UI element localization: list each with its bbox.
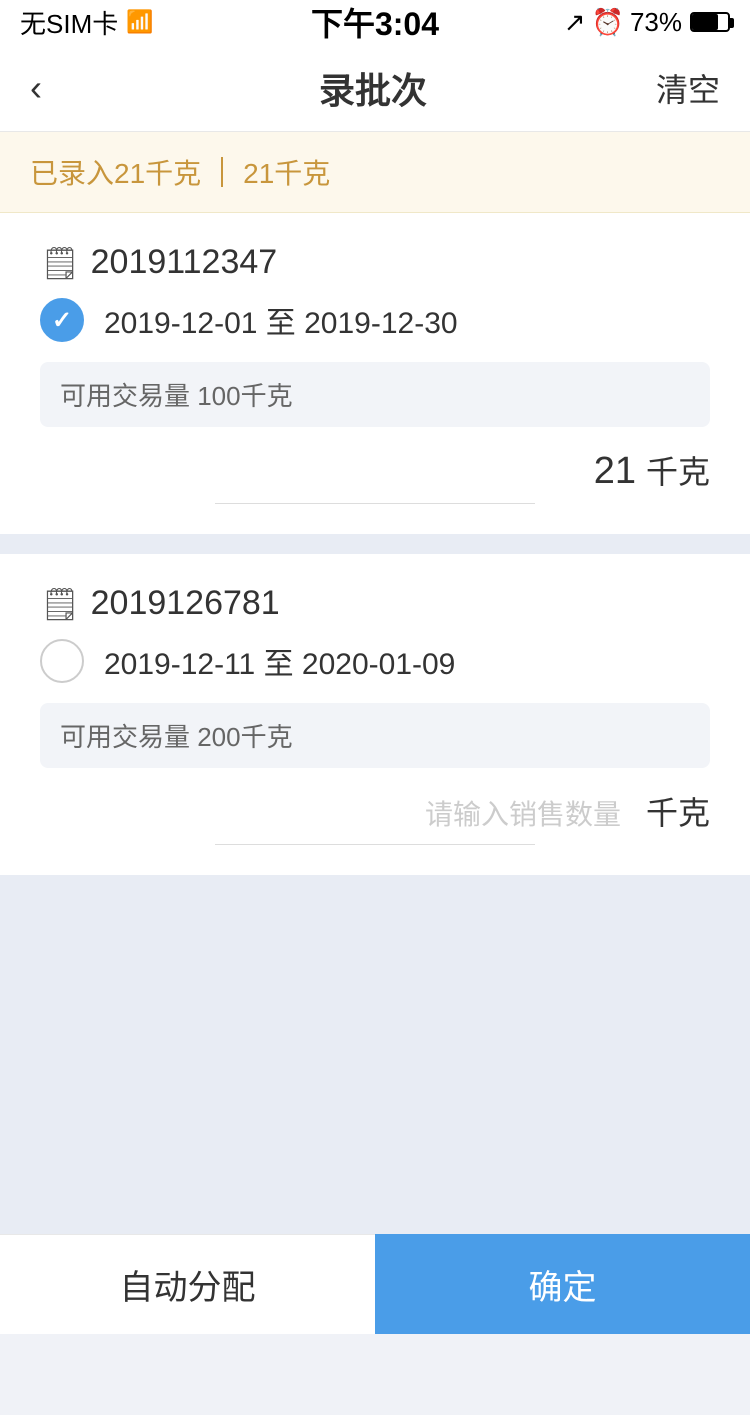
batch-1-amount-row: 21 千克 xyxy=(0,427,750,493)
wifi-icon: 📶 xyxy=(126,9,153,35)
status-bar: 无SIM卡 📶 下午3:04 ↗ ⏰ 73% xyxy=(0,0,750,44)
batch-2-date-row: 2019-12-11 至 2020-01-09 xyxy=(40,639,710,683)
sim-text: 无SIM卡 xyxy=(20,4,118,41)
batch-card-1: 🗒 2019112347 ✓ 2019-12-01 至 2019-12-30 可… xyxy=(0,213,750,534)
batch-2-header: 🗒 2019126781 xyxy=(40,584,710,623)
location-icon: ↗ xyxy=(564,7,586,38)
batch-2-date: 2019-12-11 至 2020-01-09 xyxy=(104,639,455,683)
nav-bar: ‹ 录批次 清空 xyxy=(0,44,750,132)
batch-2-radio[interactable] xyxy=(40,639,84,683)
recorded-label: 已录入21千克 xyxy=(30,152,201,192)
batch-2-id: 2019126781 xyxy=(91,584,280,623)
batch-card-2: 🗒 2019126781 2019-12-11 至 2020-01-09 可用交… xyxy=(0,554,750,875)
batch-1-avail: 可用交易量 100千克 xyxy=(40,362,710,427)
info-banner: 已录入21千克 21千克 xyxy=(0,132,750,213)
clear-button[interactable]: 清空 xyxy=(656,65,720,111)
batch-2-unit: 千克 xyxy=(646,788,710,834)
batch-1-icon: 🗒 xyxy=(40,244,81,282)
back-button[interactable]: ‹ xyxy=(30,67,90,109)
batch-2-icon: 🗒 xyxy=(40,585,81,623)
batch-1-content: 🗒 2019112347 ✓ 2019-12-01 至 2019-12-30 可… xyxy=(0,213,750,427)
batch-1-header: 🗒 2019112347 xyxy=(40,243,710,282)
alarm-icon: ⏰ xyxy=(592,7,624,38)
batch-1-date: 2019-12-01 至 2019-12-30 xyxy=(104,298,458,342)
page-title: 录批次 xyxy=(319,62,427,114)
batch-2-avail: 可用交易量 200千克 xyxy=(40,703,710,768)
bottom-bar: 自动分配 确定 xyxy=(0,1234,750,1334)
battery-percent: 73% xyxy=(630,7,682,38)
batch-1-date-row: ✓ 2019-12-01 至 2019-12-30 xyxy=(40,298,710,342)
batch-2-content: 🗒 2019126781 2019-12-11 至 2020-01-09 可用交… xyxy=(0,554,750,768)
section-separator xyxy=(0,534,750,554)
qty-input[interactable] xyxy=(356,794,636,833)
auto-distribute-button[interactable]: 自动分配 xyxy=(0,1234,375,1334)
battery-icon xyxy=(690,12,730,32)
total-label: 21千克 xyxy=(243,152,330,192)
batch-2-input-row: 千克 xyxy=(0,768,750,834)
check-icon: ✓ xyxy=(52,306,72,335)
status-time: 下午3:04 xyxy=(311,0,439,45)
info-divider xyxy=(221,157,223,187)
batch-1-unit: 千克 xyxy=(646,447,710,493)
status-left: 无SIM卡 📶 xyxy=(20,4,154,41)
batch-1-radio[interactable]: ✓ xyxy=(40,298,84,342)
batch-1-amount: 21 xyxy=(594,450,636,493)
status-right: ↗ ⏰ 73% xyxy=(564,7,730,38)
confirm-button[interactable]: 确定 xyxy=(375,1234,750,1334)
batch-1-id: 2019112347 xyxy=(91,243,278,282)
